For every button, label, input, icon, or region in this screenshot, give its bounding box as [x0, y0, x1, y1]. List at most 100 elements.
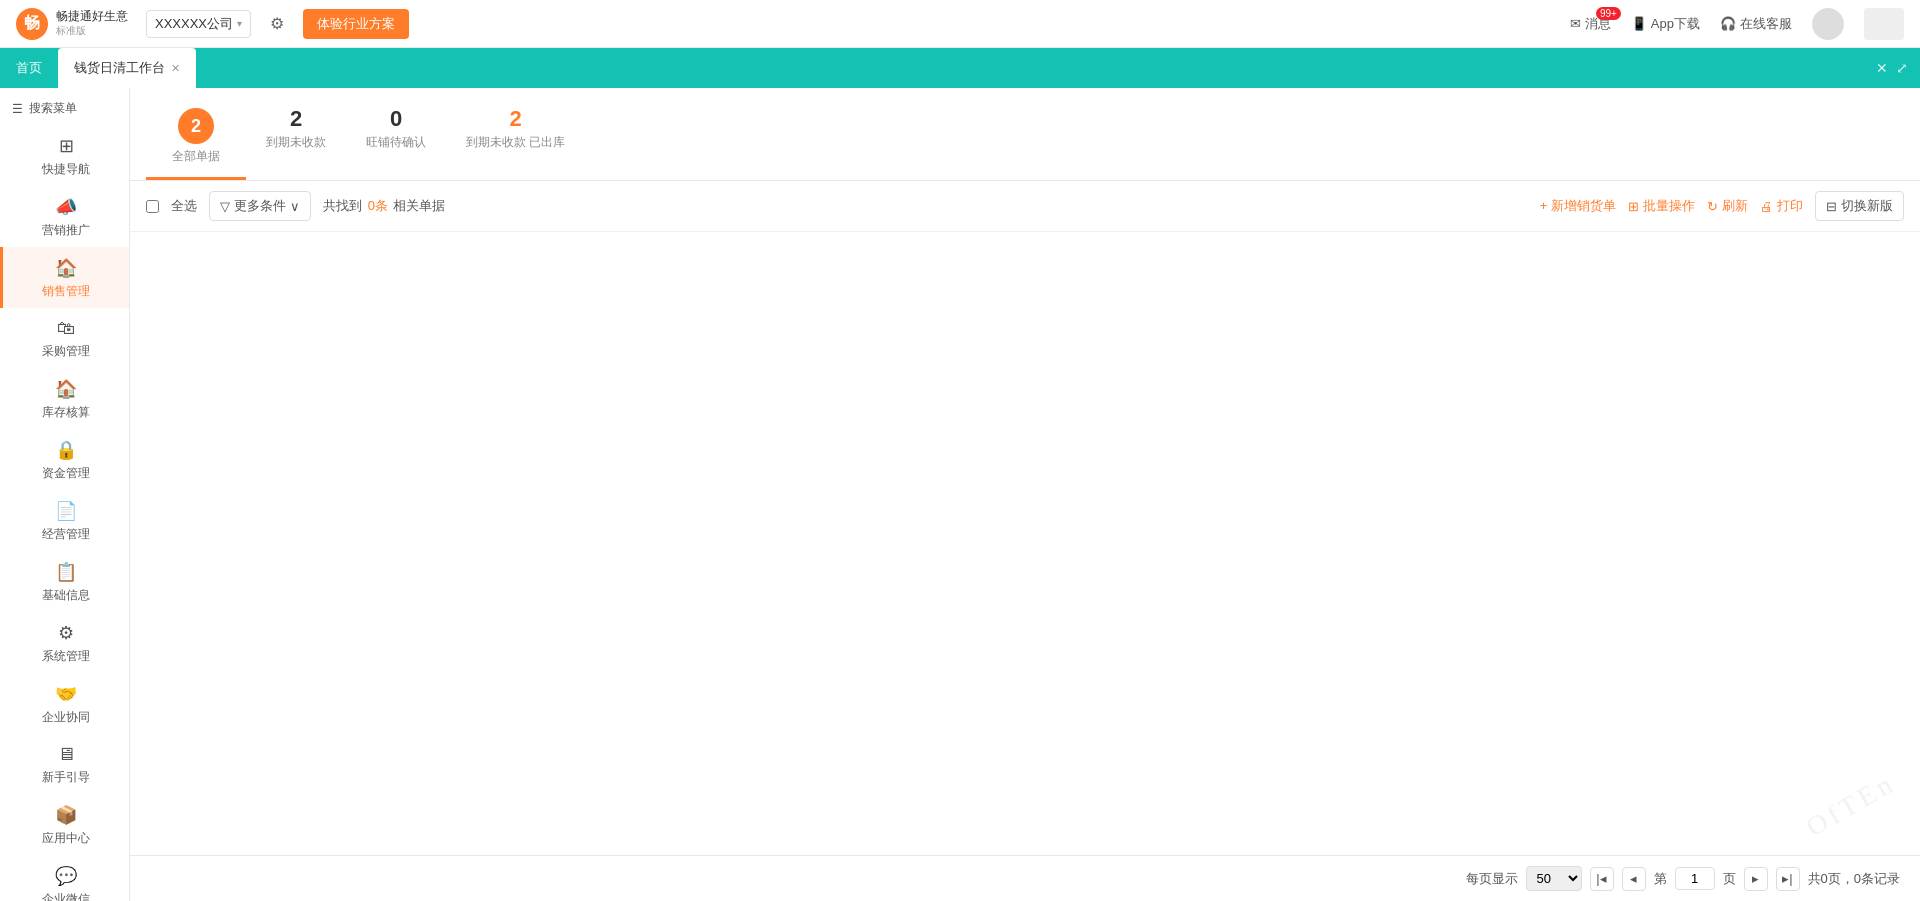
company-selector[interactable]: XXXXXX公司 ▾ [146, 10, 251, 38]
sidebar-item-base-info[interactable]: 📋 基础信息 [0, 551, 129, 612]
filter-btn[interactable]: ▽ 更多条件 ∨ [209, 191, 311, 221]
base-info-label: 基础信息 [42, 587, 90, 604]
tab-bar-right: ✕ ⤢ [1876, 60, 1920, 76]
add-order-btn[interactable]: + 新增销货单 [1540, 197, 1616, 215]
guide-icon: 🖥 [57, 744, 75, 765]
settings-button[interactable]: ⚙ [263, 10, 291, 38]
avatar[interactable] [1812, 8, 1844, 40]
sidebar-item-app-center[interactable]: 📦 应用中心 [0, 794, 129, 855]
app-name: 畅捷通好生意 [56, 9, 128, 25]
found-suffix: 相关单据 [393, 198, 445, 213]
stat-num-pending: 0 [390, 108, 402, 130]
toolbar-right: + 新增销货单 ⊞ 批量操作 ↻ 刷新 🖨 打印 ⊟ [1540, 191, 1904, 221]
inventory-label: 库存核算 [42, 404, 90, 421]
page-label: 第 [1654, 870, 1667, 888]
found-prefix: 共找到 [323, 198, 362, 213]
sidebar-item-system[interactable]: ⚙ 系统管理 [0, 612, 129, 673]
company-dropdown-arrow: ▾ [237, 18, 242, 29]
tab-close-btn[interactable]: ✕ [1876, 60, 1888, 76]
company-name: XXXXXX公司 [155, 15, 233, 33]
app-download-btn[interactable]: 📱 App下载 [1631, 15, 1700, 33]
select-all-checkbox[interactable] [146, 200, 159, 213]
sales-label: 销售管理 [42, 283, 90, 300]
first-page-btn[interactable]: |◂ [1590, 867, 1614, 891]
footer-bar: 每页显示 50 100 200 |◂ ◂ 第 页 ▸ ▸| 共0页，0条记录 [130, 855, 1920, 901]
tab-work-bench[interactable]: 钱货日清工作台 ✕ [58, 48, 196, 88]
batch-label: 批量操作 [1643, 197, 1695, 215]
logo-text-block: 畅捷通好生意 标准版 [56, 9, 128, 39]
purchase-label: 采购管理 [42, 343, 90, 360]
tab-bar: 首页 钱货日清工作台 ✕ ✕ ⤢ [0, 48, 1920, 88]
message-badge: 99+ [1596, 7, 1621, 20]
sidebar-item-sales[interactable]: 🏠 销售管理 [0, 247, 129, 308]
found-count: 0条 [368, 198, 388, 213]
finance-label: 资金管理 [42, 465, 90, 482]
wechat-label: 企业微信 [42, 891, 90, 901]
next-page-btn[interactable]: ▸ [1744, 867, 1768, 891]
filter-label: 更多条件 [234, 197, 286, 215]
main-content: 2 全部单据 2 到期未收款 0 旺铺待确认 2 到期未收款 已出库 [130, 88, 1920, 901]
stat-tab-shipped[interactable]: 2 到期未收款 已出库 [446, 100, 585, 180]
refresh-label: 刷新 [1722, 197, 1748, 215]
sidebar-item-marketing[interactable]: 📣 营销推广 [0, 186, 129, 247]
stat-tab-pending[interactable]: 0 旺铺待确认 [346, 100, 446, 180]
system-icon: ⚙ [58, 622, 74, 644]
sidebar-item-inventory[interactable]: 🏠 库存核算 [0, 368, 129, 429]
app-center-label: 应用中心 [42, 830, 90, 847]
last-page-btn[interactable]: ▸| [1776, 867, 1800, 891]
tab-home[interactable]: 首页 [0, 48, 58, 88]
page-input[interactable] [1675, 867, 1715, 890]
sidebar-item-purchase[interactable]: 🛍 采购管理 [0, 308, 129, 368]
content-inner: 2 全部单据 2 到期未收款 0 旺铺待确认 2 到期未收款 已出库 [130, 88, 1920, 901]
filter-dropdown-icon: ∨ [290, 199, 300, 214]
online-service-label: 在线客服 [1740, 15, 1792, 33]
table-area [130, 232, 1920, 855]
guide-label: 新手引导 [42, 769, 90, 786]
batch-icon: ⊞ [1628, 199, 1639, 214]
service-icon: 🎧 [1720, 16, 1736, 31]
stat-tab-all[interactable]: 2 全部单据 [146, 100, 246, 180]
refresh-btn[interactable]: ↻ 刷新 [1707, 197, 1748, 215]
per-page-label: 每页显示 [1466, 870, 1518, 888]
message-icon: ✉ [1570, 16, 1581, 31]
user-menu[interactable] [1864, 8, 1904, 40]
stat-label-shipped: 到期未收款 已出库 [466, 134, 565, 151]
page-suffix: 页 [1723, 870, 1736, 888]
stat-tab-overdue[interactable]: 2 到期未收款 [246, 100, 346, 180]
switch-version-btn[interactable]: ⊟ 切换新版 [1815, 191, 1904, 221]
sidebar-item-operations[interactable]: 📄 经营管理 [0, 490, 129, 551]
sales-icon: 🏠 [55, 257, 77, 279]
sidebar-item-quick-nav[interactable]: ⊞ 快捷导航 [0, 125, 129, 186]
switch-label: 切换新版 [1841, 197, 1893, 215]
online-service-btn[interactable]: 🎧 在线客服 [1720, 15, 1792, 33]
stat-num-shipped: 2 [510, 108, 522, 130]
sidebar-item-enterprise[interactable]: 🤝 企业协同 [0, 673, 129, 734]
print-btn[interactable]: 🖨 打印 [1760, 197, 1803, 215]
prev-page-btn[interactable]: ◂ [1622, 867, 1646, 891]
sidebar-search[interactable]: ☰ 搜索菜单 [0, 92, 129, 125]
select-all-label: 全选 [171, 197, 197, 215]
purchase-icon: 🛍 [57, 318, 75, 339]
switch-icon: ⊟ [1826, 199, 1837, 214]
inventory-icon: 🏠 [55, 378, 77, 400]
stats-bar: 2 全部单据 2 到期未收款 0 旺铺待确认 2 到期未收款 已出库 [130, 88, 1920, 181]
filter-icon: ▽ [220, 199, 230, 214]
sidebar-item-finance[interactable]: 🔒 资金管理 [0, 429, 129, 490]
stat-num-overdue: 2 [290, 108, 302, 130]
tab-close-icon[interactable]: ✕ [171, 62, 180, 75]
search-menu-label: 搜索菜单 [29, 100, 77, 117]
sidebar-item-wechat[interactable]: 💬 企业微信 [0, 855, 129, 901]
sidebar-item-guide[interactable]: 🖥 新手引导 [0, 734, 129, 794]
app-center-icon: 📦 [55, 804, 77, 826]
tab-home-label: 首页 [16, 59, 42, 77]
per-page-select[interactable]: 50 100 200 [1526, 866, 1582, 891]
total-records: 共0页，0条记录 [1808, 870, 1900, 888]
message-btn[interactable]: ✉ 消息 99+ [1570, 15, 1611, 33]
batch-op-btn[interactable]: ⊞ 批量操作 [1628, 197, 1695, 215]
tab-expand-btn[interactable]: ⤢ [1896, 60, 1908, 76]
stat-label-overdue: 到期未收款 [266, 134, 326, 151]
refresh-icon: ↻ [1707, 199, 1718, 214]
marketing-icon: 📣 [55, 196, 77, 218]
trial-btn[interactable]: 体验行业方案 [303, 9, 409, 39]
enterprise-label: 企业协同 [42, 709, 90, 726]
